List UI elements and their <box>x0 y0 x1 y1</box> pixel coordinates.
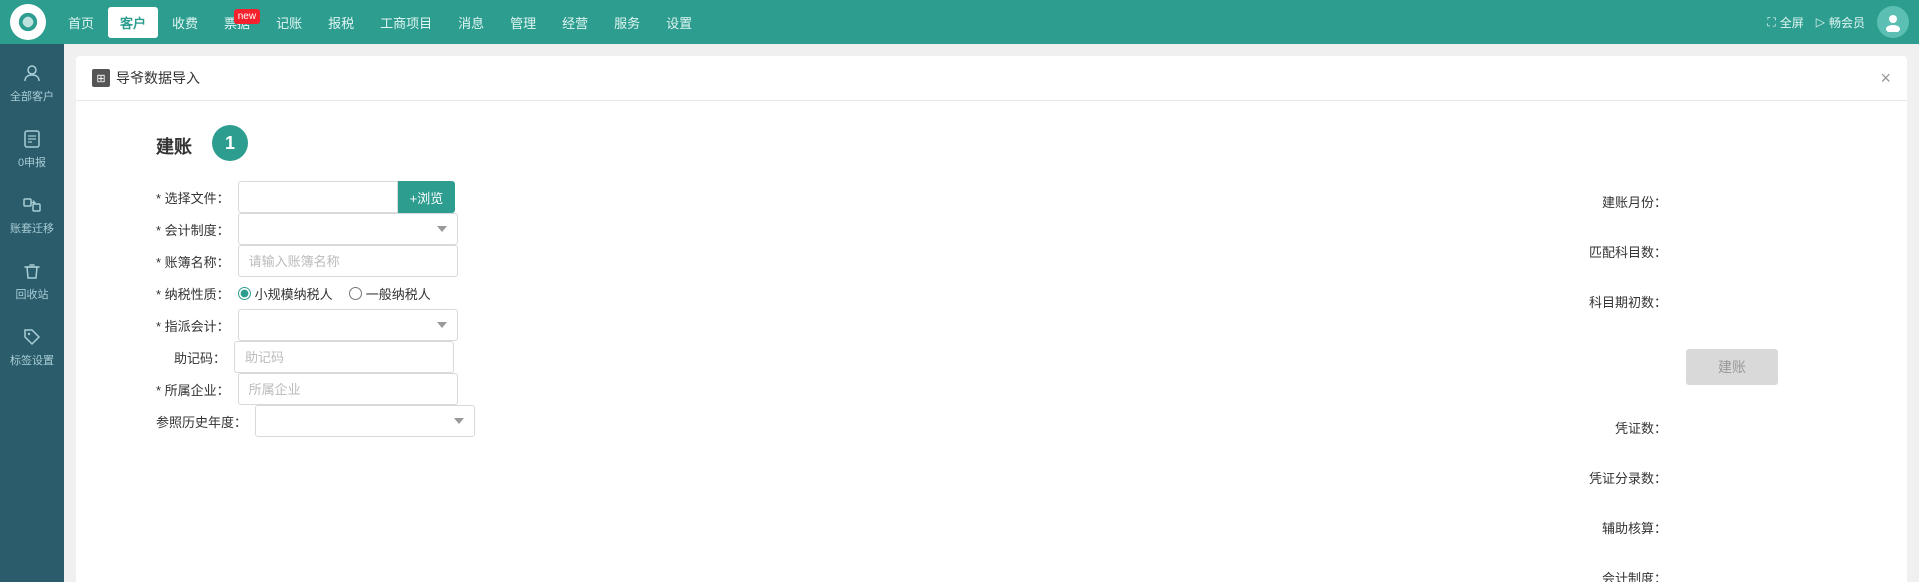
tax-nature-radio-group: 小规模纳税人 一般纳税人 <box>238 284 431 303</box>
auxiliary-row: 辅助核算： <box>1587 511 1877 543</box>
history-year-label: 参照历史年度： <box>156 412 247 431</box>
company-input[interactable] <box>238 373 458 405</box>
company-label: * 所属企业： <box>156 380 230 399</box>
nav-operations[interactable]: 经营 <box>550 7 600 38</box>
sidebar-item-zero-declaration[interactable]: 0申报 <box>0 118 64 180</box>
accounting-system-select[interactable] <box>238 213 458 245</box>
sidebar-item-tag-settings[interactable]: 标签设置 <box>0 316 64 378</box>
file-input[interactable] <box>238 181 398 213</box>
history-year-select[interactable] <box>255 405 475 437</box>
nav-billing[interactable]: 收费 <box>160 7 210 38</box>
dialog-body: 建账 1 * 选择文件： +浏览 <box>76 101 1907 582</box>
nav-items: 首页 客户 收费 票据 new 记账 报税 工商项目 消息 管理 经营 服务 设… <box>56 7 1767 38</box>
accountant-label: * 指派会计： <box>156 316 230 335</box>
nav-settings[interactable]: 设置 <box>654 7 704 38</box>
transfer-icon <box>21 194 43 216</box>
member-button[interactable]: ▷ 畅会员 <box>1816 14 1865 31</box>
step-circle: 1 <box>212 125 248 161</box>
nav-service[interactable]: 服务 <box>602 7 652 38</box>
nav-home[interactable]: 首页 <box>56 7 106 38</box>
nav-invoice[interactable]: 票据 new <box>212 7 262 38</box>
content-area: ⊞ 导爷数据导入 × 建账 1 <box>64 44 1919 582</box>
voucher-count-row: 凭证数： <box>1587 411 1877 443</box>
file-browse-button[interactable]: +浏览 <box>398 181 456 213</box>
nav-bookkeeping[interactable]: 记账 <box>264 7 314 38</box>
subjects-initial-row: 科目期初数： <box>1587 285 1877 317</box>
file-select-row: * 选择文件： +浏览 <box>156 181 1547 213</box>
tax-nature-row: * 纳税性质： 小规模纳税人 一般纳税人 <box>156 277 1547 309</box>
company-row: * 所属企业： <box>156 373 1547 405</box>
sidebar-item-account-migration[interactable]: 账套迁移 <box>0 184 64 246</box>
auxiliary-label: 辅助核算： <box>1587 518 1667 537</box>
dialog-panel: ⊞ 导爷数据导入 × 建账 1 <box>76 56 1907 582</box>
nav-manage[interactable]: 管理 <box>498 7 548 38</box>
ledger-name-input[interactable] <box>238 245 458 277</box>
file-row: +浏览 <box>238 181 456 213</box>
memo-row: 助记码： <box>156 341 1547 373</box>
logo <box>10 4 46 40</box>
sidebar-item-all-customers[interactable]: 全部客户 <box>0 52 64 114</box>
tax-small-label[interactable]: 小规模纳税人 <box>238 284 333 303</box>
voucher-count-label: 凭证数： <box>1587 418 1667 437</box>
top-nav: 首页 客户 收费 票据 new 记账 报税 工商项目 消息 管理 经营 服务 设… <box>0 0 1919 44</box>
tax-small-radio[interactable] <box>238 287 251 300</box>
ledger-name-row: * 账簿名称： <box>156 245 1547 277</box>
accountant-row: * 指派会计： <box>156 309 1547 341</box>
match-subjects-label: 匹配科目数： <box>1587 242 1667 261</box>
subjects-initial-label: 科目期初数： <box>1587 292 1667 311</box>
nav-right: ⛶ 全屏 ▷ 畅会员 <box>1767 6 1909 38</box>
build-account-button[interactable]: 建账 <box>1686 349 1778 385</box>
tax-nature-label: * 纳税性质： <box>156 284 230 303</box>
history-year-row: 参照历史年度： <box>156 405 1547 437</box>
accounting-month-label: 建账月份： <box>1587 192 1667 211</box>
avatar[interactable] <box>1877 6 1909 38</box>
report-icon <box>21 128 43 150</box>
user-icon <box>21 62 43 84</box>
tax-general-radio[interactable] <box>349 287 362 300</box>
voucher-records-row: 凭证分录数： <box>1587 461 1877 493</box>
step-label: 建账 <box>156 133 192 159</box>
import-icon: ⊞ <box>92 69 110 87</box>
accountant-select[interactable] <box>238 309 458 341</box>
main-layout: 全部客户 0申报 账套迁移 <box>0 44 1919 582</box>
memo-input[interactable] <box>234 341 454 373</box>
close-button[interactable]: × <box>1880 69 1891 87</box>
accounting-system-row: * 会计制度： <box>156 213 1547 245</box>
nav-tax[interactable]: 报税 <box>316 7 366 38</box>
info-accounting-system-label: 会计制度： <box>1587 568 1667 582</box>
tax-general-label[interactable]: 一般纳税人 <box>349 284 431 303</box>
tag-icon <box>21 326 43 348</box>
trash-icon <box>21 260 43 282</box>
memo-label: 助记码： <box>156 348 226 367</box>
nav-message[interactable]: 消息 <box>446 7 496 38</box>
dialog-header: ⊞ 导爷数据导入 × <box>76 56 1907 101</box>
accounting-system-label: * 会计制度： <box>156 220 230 239</box>
match-subjects-row: 匹配科目数： <box>1587 235 1877 267</box>
nav-customers[interactable]: 客户 <box>108 7 158 38</box>
accounting-month-row: 建账月份： <box>1587 185 1877 217</box>
sidebar-item-recycle[interactable]: 回收站 <box>0 250 64 312</box>
ledger-name-label: * 账簿名称： <box>156 252 230 271</box>
voucher-records-label: 凭证分录数： <box>1587 468 1667 487</box>
nav-business[interactable]: 工商项目 <box>368 7 444 38</box>
info-accounting-system-row: 会计制度： <box>1587 561 1877 582</box>
step-indicator: 建账 1 <box>156 125 1547 161</box>
fullscreen-button[interactable]: ⛶ 全屏 <box>1767 14 1803 31</box>
dialog-title-row: ⊞ 导爷数据导入 <box>92 68 200 88</box>
sidebar: 全部客户 0申报 账套迁移 <box>0 44 64 582</box>
file-label: * 选择文件： <box>156 188 230 207</box>
info-column: 建账月份： 匹配科目数： 科目期初数： 建账 <box>1587 125 1907 582</box>
nav-badge-new: new <box>234 9 260 24</box>
dialog-title: 导爷数据导入 <box>116 68 200 88</box>
